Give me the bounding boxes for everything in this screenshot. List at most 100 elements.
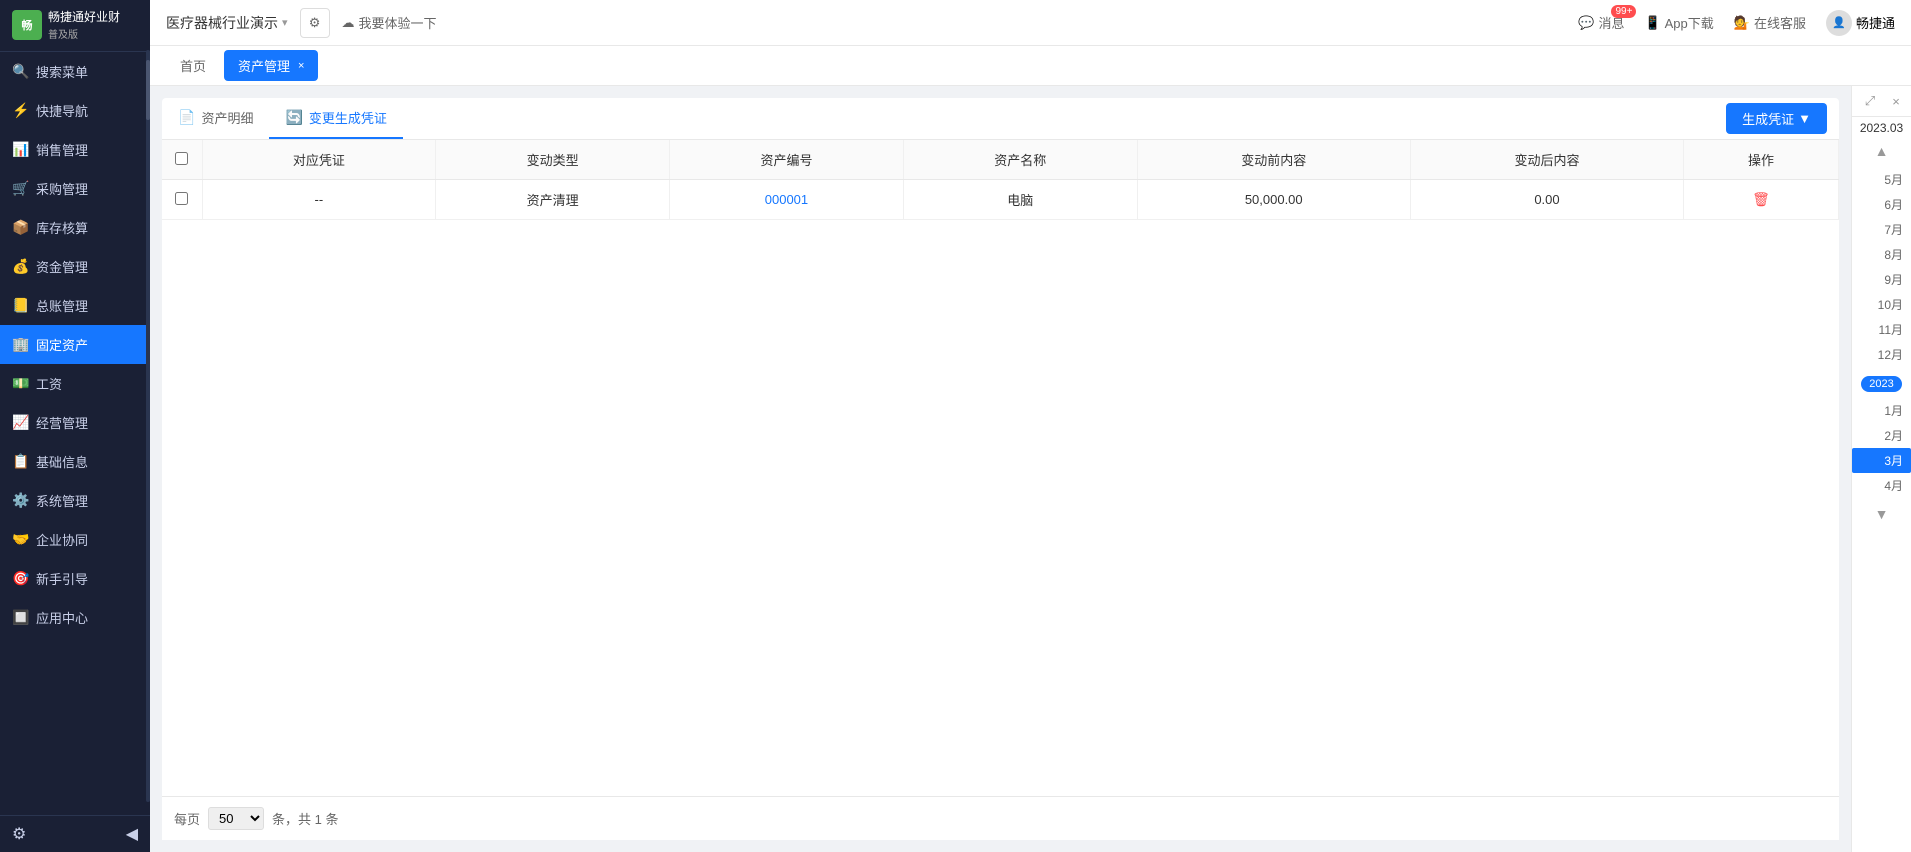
panel-title: 2023.03 [1852, 117, 1911, 139]
scroll-down-arrow[interactable]: ▼ [1871, 502, 1893, 526]
row-action: 🗑 [1684, 180, 1839, 220]
tab-close-icon[interactable]: × [298, 60, 304, 72]
table-body: -- 资产清理 000001 电脑 50,000.00 0.00 🗑 [162, 180, 1839, 220]
settings-bottom-icon[interactable]: ⚙ [12, 824, 26, 844]
sidebar-item-fixed-assets[interactable]: 🏢 固定资产 [0, 325, 150, 364]
month-8[interactable]: 8月 [1852, 242, 1911, 267]
per-page-select[interactable]: 10 20 50 100 [208, 807, 264, 830]
sidebar-item-label: 搜索菜单 [36, 62, 88, 81]
sidebar-item-label: 销售管理 [36, 140, 88, 159]
sidebar-item-label: 应用中心 [36, 608, 88, 627]
year-badge[interactable]: 2023 [1861, 376, 1901, 392]
month-6[interactable]: 6月 [1852, 192, 1911, 217]
panel-expand-button[interactable]: ⤢ [1859, 90, 1881, 112]
logo-subtitle: 普及版 [48, 26, 120, 41]
month-1[interactable]: 1月 [1852, 398, 1911, 423]
customer-service-icon: 💁 [1734, 15, 1750, 31]
sidebar-item-guide[interactable]: 🎯 新手引导 [0, 559, 150, 598]
sidebar-item-operations[interactable]: 📈 经营管理 [0, 403, 150, 442]
sidebar-item-label: 库存核算 [36, 218, 88, 237]
sidebar-item-label: 经营管理 [36, 413, 88, 432]
tabs-bar: 首页 资产管理 × [150, 46, 1911, 86]
logo-title: 畅捷通好业财 [48, 10, 120, 26]
month-5[interactable]: 5月 [1852, 167, 1911, 192]
sidebar-item-app-center[interactable]: 🔲 应用中心 [0, 598, 150, 637]
sidebar-item-search[interactable]: 🔍 搜索菜单 [0, 52, 150, 91]
user-profile[interactable]: 👤 畅捷通 [1826, 10, 1895, 36]
page-content: 📄 资产明细 🔄 变更生成凭证 生成凭证 ▼ [150, 86, 1911, 852]
sidebar-item-sales[interactable]: 📊 销售管理 [0, 130, 150, 169]
sidebar-item-base-info[interactable]: 📋 基础信息 [0, 442, 150, 481]
generate-voucher-label: 生成凭证 [1742, 109, 1794, 128]
row-asset-name: 电脑 [903, 180, 1137, 220]
topbar-settings-button[interactable]: ⚙ [300, 8, 330, 38]
experience-button[interactable]: ☁ 我要体验一下 [342, 13, 437, 32]
purchase-icon: 🛒 [12, 180, 28, 197]
sidebar-item-inventory[interactable]: 📦 库存核算 [0, 208, 150, 247]
tab-asset-detail-label: 资产明细 [201, 108, 253, 127]
message-button[interactable]: 💬 消息 99+ [1578, 13, 1624, 32]
salary-icon: 💵 [12, 375, 28, 392]
company-selector[interactable]: 医疗器械行业演示 ▾ [166, 13, 288, 33]
table-header-checkbox [162, 140, 202, 180]
sidebar-item-ledger[interactable]: 📒 总账管理 [0, 286, 150, 325]
tab-change-voucher[interactable]: 🔄 变更生成凭证 [269, 98, 402, 139]
sidebar-item-quick-nav[interactable]: ⚡ 快捷导航 [0, 91, 150, 130]
delete-row-button[interactable]: 🗑 [1752, 191, 1770, 207]
content-wrapper: 📄 资产明细 🔄 变更生成凭证 生成凭证 ▼ [162, 98, 1839, 840]
month-11[interactable]: 11月 [1852, 317, 1911, 342]
sidebar-item-label: 采购管理 [36, 179, 88, 198]
year-section-current: 1月 2月 3月 4月 [1852, 394, 1911, 502]
month-4[interactable]: 4月 [1852, 473, 1911, 498]
customer-service-button[interactable]: 💁 在线客服 [1734, 13, 1806, 32]
inventory-icon: 📦 [12, 219, 28, 236]
row-checkbox[interactable] [175, 192, 188, 205]
scroll-up-arrow[interactable]: ▲ [1871, 139, 1893, 163]
sidebar-item-label: 新手引导 [36, 569, 88, 588]
collapse-icon[interactable]: ◀ [126, 824, 138, 844]
row-asset-code: 000001 [670, 180, 904, 220]
month-3[interactable]: 3月 [1852, 448, 1911, 473]
sidebar-item-label: 基础信息 [36, 452, 88, 471]
row-voucher: -- [202, 180, 436, 220]
sidebar-bottom: ⚙ ◀ [0, 815, 150, 852]
main-area: 医疗器械行业演示 ▾ ⚙ ☁ 我要体验一下 💬 消息 99+ 📱 App下载 💁… [150, 0, 1911, 852]
generate-dropdown-arrow: ▼ [1798, 111, 1811, 126]
generate-voucher-button[interactable]: 生成凭证 ▼ [1726, 103, 1827, 134]
tab-asset-detail[interactable]: 📄 资产明细 [162, 98, 269, 139]
table-row: -- 资产清理 000001 电脑 50,000.00 0.00 🗑 [162, 180, 1839, 220]
message-badge: 99+ [1611, 5, 1636, 18]
guide-icon: 🎯 [12, 570, 28, 587]
tab-home[interactable]: 首页 [166, 50, 220, 81]
app-download-icon: 📱 [1644, 15, 1660, 31]
sidebar-item-salary[interactable]: 💵 工资 [0, 364, 150, 403]
sidebar-logo: 畅 畅捷通好业财 普及版 [0, 0, 150, 52]
sidebar-item-purchase[interactable]: 🛒 采购管理 [0, 169, 150, 208]
panel-close-button[interactable]: × [1885, 90, 1907, 112]
topbar: 医疗器械行业演示 ▾ ⚙ ☁ 我要体验一下 💬 消息 99+ 📱 App下载 💁… [150, 0, 1911, 46]
sidebar-item-funds[interactable]: 💰 资金管理 [0, 247, 150, 286]
year-section-prev: 5月 6月 7月 8月 9月 10月 11月 12月 [1852, 163, 1911, 371]
sidebar-item-cooperation[interactable]: 🤝 企业协同 [0, 520, 150, 559]
month-7[interactable]: 7月 [1852, 217, 1911, 242]
month-12[interactable]: 12月 [1852, 342, 1911, 367]
col-change-type: 变动类型 [436, 140, 670, 180]
sidebar-item-label: 工资 [36, 374, 62, 393]
select-all-checkbox[interactable] [175, 152, 188, 165]
sidebar-item-system[interactable]: ⚙️ 系统管理 [0, 481, 150, 520]
sidebar-item-label: 快捷导航 [36, 101, 88, 120]
sidebar-item-label: 企业协同 [36, 530, 88, 549]
sidebar-item-label: 固定资产 [36, 335, 88, 354]
sidebar-scrollbar-thumb [146, 60, 150, 120]
system-icon: ⚙️ [12, 492, 28, 509]
month-9[interactable]: 9月 [1852, 267, 1911, 292]
sidebar-scrollbar[interactable] [146, 50, 150, 802]
tab-asset-management[interactable]: 资产管理 × [224, 50, 318, 81]
company-name: 医疗器械行业演示 [166, 13, 278, 33]
right-panel-header: ⤢ × [1852, 86, 1911, 117]
pagination: 每页 10 20 50 100 条，共 1 条 [162, 796, 1839, 840]
cooperation-icon: 🤝 [12, 531, 28, 548]
app-download-button[interactable]: 📱 App下载 [1644, 13, 1713, 32]
month-10[interactable]: 10月 [1852, 292, 1911, 317]
month-2[interactable]: 2月 [1852, 423, 1911, 448]
